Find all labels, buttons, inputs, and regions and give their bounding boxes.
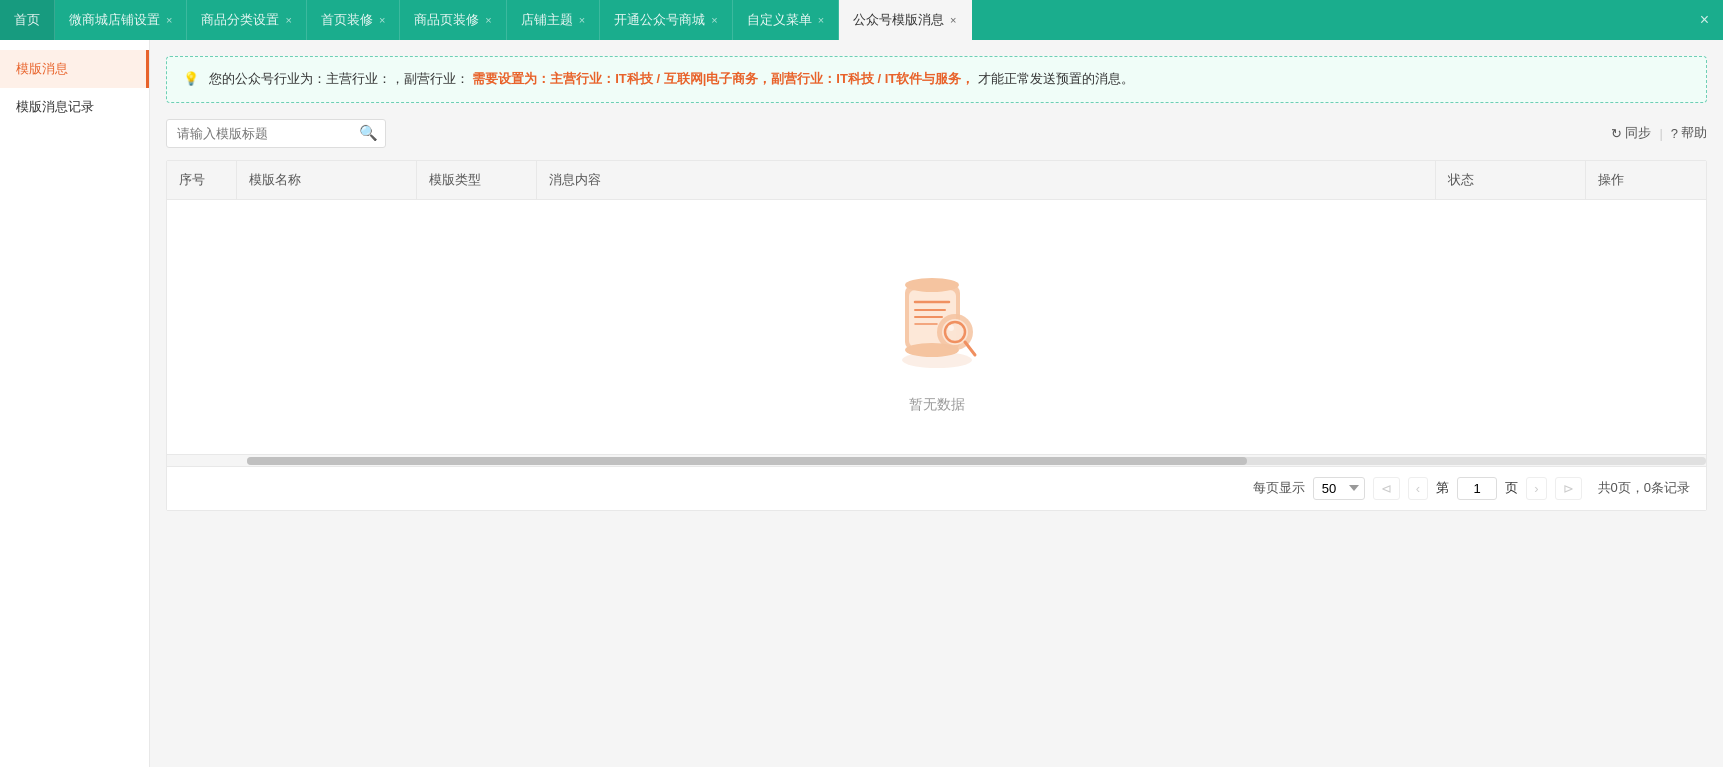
close-all-tabs[interactable]: ×	[1686, 11, 1723, 29]
sync-icon: ↻	[1611, 126, 1622, 141]
pagination: 每页显示 10 20 50 100 ⊲ ‹ 第 页 › ⊳ 共0页，0条记录	[167, 466, 1706, 510]
th-action: 操作	[1586, 161, 1706, 199]
total-info: 共0页，0条记录	[1598, 479, 1690, 497]
page-size-select[interactable]: 10 20 50 100	[1313, 477, 1365, 500]
svg-point-13	[948, 325, 954, 331]
th-message-content: 消息内容	[537, 161, 1436, 199]
help-icon: ?	[1671, 126, 1678, 141]
last-page-button[interactable]: ⊳	[1555, 477, 1582, 500]
th-status: 状态	[1436, 161, 1586, 199]
empty-text: 暂无数据	[909, 396, 965, 414]
close-tab-category[interactable]: ×	[285, 14, 291, 26]
main-layout: 模版消息 模版消息记录 💡 您的公众号行业为：主营行业：，副营行业： 需要设置为…	[0, 40, 1723, 767]
data-table: 序号 模版名称 模版类型 消息内容 状态 操作	[166, 160, 1707, 511]
close-tab-open-mall[interactable]: ×	[711, 14, 717, 26]
tab-category-settings[interactable]: 商品分类设置 ×	[187, 0, 306, 40]
th-index: 序号	[167, 161, 237, 199]
scrollbar-thumb[interactable]	[247, 457, 1247, 465]
top-navigation: 首页 微商城店铺设置 × 商品分类设置 × 首页装修 × 商品页装修 × 店铺主…	[0, 0, 1723, 40]
divider: |	[1659, 126, 1662, 141]
page-unit: 页	[1505, 479, 1518, 497]
notice-icon: 💡	[183, 71, 199, 86]
tab-product-decor[interactable]: 商品页装修 ×	[400, 0, 506, 40]
sync-button[interactable]: ↻ 同步	[1611, 124, 1651, 142]
empty-icon	[877, 260, 997, 380]
page-label: 第	[1436, 479, 1449, 497]
next-page-button[interactable]: ›	[1526, 477, 1546, 500]
tab-template-message[interactable]: 公众号模版消息 ×	[839, 0, 971, 40]
sidebar-item-template-message-log[interactable]: 模版消息记录	[0, 88, 149, 126]
prev-page-button[interactable]: ‹	[1408, 477, 1428, 500]
search-right: ↻ 同步 | ? 帮助	[1611, 124, 1707, 142]
tab-custom-menu[interactable]: 自定义菜单 ×	[733, 0, 839, 40]
close-tab-store-settings[interactable]: ×	[166, 14, 172, 26]
page-size-label: 每页显示	[1253, 479, 1305, 497]
tab-open-mall[interactable]: 开通公众号商城 ×	[600, 0, 732, 40]
first-page-button[interactable]: ⊲	[1373, 477, 1400, 500]
close-tab-template-message[interactable]: ×	[950, 14, 956, 26]
th-template-type: 模版类型	[417, 161, 537, 199]
tab-store-theme[interactable]: 店铺主题 ×	[507, 0, 600, 40]
th-template-name: 模版名称	[237, 161, 417, 199]
svg-line-12	[965, 342, 975, 355]
close-tab-product-decor[interactable]: ×	[485, 14, 491, 26]
search-button[interactable]: 🔍	[359, 124, 378, 142]
empty-state: 暂无数据	[167, 200, 1706, 454]
notice-highlight: 需要设置为：主营行业：IT科技 / 互联网|电子商务，副营行业：IT科技 / I…	[472, 71, 974, 86]
scrollbar-track	[247, 457, 1706, 465]
search-input[interactable]	[166, 119, 386, 148]
search-left: 🔍	[166, 119, 386, 148]
sidebar-item-template-message[interactable]: 模版消息	[0, 50, 149, 88]
help-button[interactable]: ? 帮助	[1671, 124, 1707, 142]
close-tab-store-theme[interactable]: ×	[579, 14, 585, 26]
notice-box: 💡 您的公众号行业为：主营行业：，副营行业： 需要设置为：主营行业：IT科技 /…	[166, 56, 1707, 103]
sidebar: 模版消息 模版消息记录	[0, 40, 150, 767]
horizontal-scrollbar[interactable]	[167, 454, 1706, 466]
tab-home[interactable]: 首页	[0, 0, 55, 40]
table-header: 序号 模版名称 模版类型 消息内容 状态 操作	[167, 161, 1706, 200]
close-tab-homepage-decor[interactable]: ×	[379, 14, 385, 26]
tab-homepage-decor[interactable]: 首页装修 ×	[307, 0, 400, 40]
search-bar: 🔍 ↻ 同步 | ? 帮助	[166, 119, 1707, 148]
close-tab-custom-menu[interactable]: ×	[818, 14, 824, 26]
search-input-wrap: 🔍	[166, 119, 386, 148]
tab-store-settings[interactable]: 微商城店铺设置 ×	[55, 0, 187, 40]
page-number-input[interactable]	[1457, 477, 1497, 500]
content-area: 💡 您的公众号行业为：主营行业：，副营行业： 需要设置为：主营行业：IT科技 /…	[150, 40, 1723, 767]
svg-point-7	[905, 278, 959, 292]
